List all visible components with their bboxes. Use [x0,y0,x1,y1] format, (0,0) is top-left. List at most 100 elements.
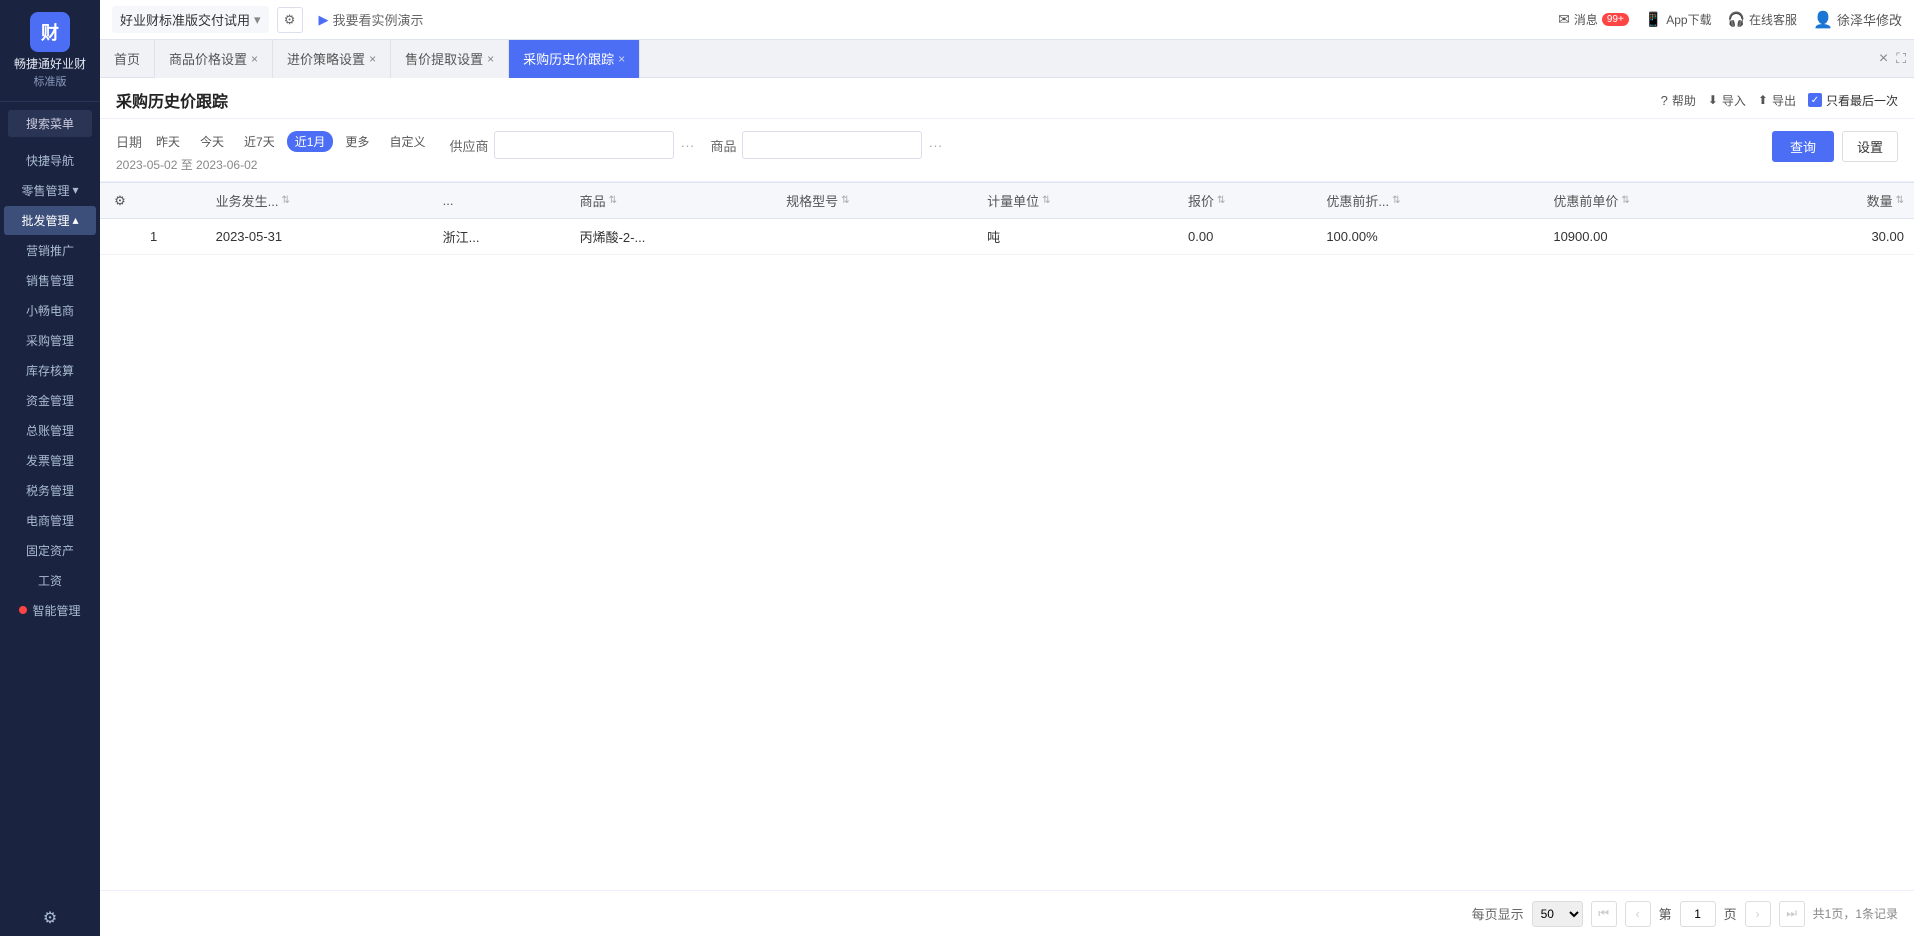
product-input[interactable] [742,131,922,159]
sidebar-item-invoice[interactable]: 发票管理 [4,446,96,475]
date-opt-today[interactable]: 今天 [192,131,232,152]
sidebar-logo: 财 畅捷通好业财 标准版 [0,0,100,102]
export-label: 导出 [1772,92,1796,109]
close-tab-purchase-history[interactable]: × [618,52,625,66]
date-range-text: 2023-05-02 至 2023-06-02 [116,156,433,173]
export-btn[interactable]: ⬆ 导出 [1758,92,1796,109]
th-extra[interactable]: ... [433,183,570,219]
only-last-checkbox[interactable]: ✓ [1808,93,1822,107]
date-opt-1month[interactable]: 近1月 [287,131,334,152]
supplier-filter-label: 供应商 [449,136,488,155]
product-dots[interactable]: ··· [928,137,942,153]
th-discount-label: 优惠前折... [1326,191,1389,210]
page-number-input[interactable] [1680,901,1716,927]
cell-date: 2023-05-31 [206,219,433,255]
help-btn[interactable]: ? 帮助 [1661,92,1696,109]
page-last-btn[interactable]: ⏭ [1779,901,1805,927]
filter-actions: 查询 设置 [1772,131,1898,162]
version-selector[interactable]: 好业财标准版交付试用 ▾ [112,6,269,33]
date-opt-more[interactable]: 更多 [337,131,377,152]
table-header-row: ⚙ 业务发生...⇅ ... 商品⇅ 规格型号⇅ [100,183,1914,219]
sidebar-item-finance[interactable]: 资金管理 [4,386,96,415]
data-table: ⚙ 业务发生...⇅ ... 商品⇅ 规格型号⇅ [100,182,1914,255]
app-download-btn[interactable]: 📱 App下载 [1645,11,1712,28]
th-date[interactable]: 业务发生...⇅ [206,183,433,219]
tab-purchase-history[interactable]: 采购历史价跟踪 × [509,40,640,78]
sidebar-item-ecommerce-small[interactable]: 小畅电商 [4,296,96,325]
import-label: 导入 [1722,92,1746,109]
search-menu-button[interactable]: 搜索菜单 [8,110,92,137]
tab-product-price-label: 商品价格设置 [169,49,247,68]
th-discount[interactable]: 优惠前折...⇅ [1316,183,1543,219]
date-opt-yesterday[interactable]: 昨天 [148,131,188,152]
only-last-checkbox-label[interactable]: ✓ 只看最后一次 [1808,92,1898,109]
cell-pre-discount-price: 10900.00 [1543,219,1775,255]
tab-sale-price-label: 售价提取设置 [405,49,483,68]
th-product-label: 商品 [580,191,606,210]
sidebar-item-fixed-assets[interactable]: 固定资产 [4,536,96,565]
settings-button[interactable]: 设置 [1842,131,1898,162]
gear-column-icon[interactable]: ⚙ [114,193,126,208]
demo-link[interactable]: ▶ 我要看实例演示 [319,10,424,29]
date-opt-7days[interactable]: 近7天 [236,131,283,152]
tab-sale-price[interactable]: 售价提取设置 × [391,40,509,78]
sort-quantity-icon: ⇅ [1896,195,1904,206]
supplier-input[interactable] [494,131,674,159]
product-filter-label: 商品 [710,136,736,155]
sidebar-item-retail[interactable]: 零售管理 ▾ [4,176,96,205]
settings-gear-icon[interactable]: ⚙ [43,910,57,927]
sort-product-icon: ⇅ [609,195,617,206]
sidebar-item-inventory[interactable]: 库存核算 [4,356,96,385]
close-window-icon[interactable]: × [1879,50,1888,68]
tab-purchase-strategy[interactable]: 进价策略设置 × [273,40,391,78]
query-button[interactable]: 查询 [1772,131,1834,162]
message-btn[interactable]: ✉ 消息 99+ [1558,11,1629,28]
th-extra-label: ... [443,193,454,208]
page-next-btn[interactable]: › [1745,901,1771,927]
tab-purchase-strategy-label: 进价策略设置 [287,49,365,68]
th-unit[interactable]: 计量单位⇅ [977,183,1178,219]
user-menu[interactable]: 👤 徐泽华修改 [1813,10,1902,30]
th-pre-discount-price-label: 优惠前单价 [1553,191,1618,210]
sidebar-item-quicknav[interactable]: 快捷导航 [4,146,96,175]
user-name: 徐泽华修改 [1837,10,1902,29]
sidebar-item-marketing[interactable]: 营销推广 [4,236,96,265]
close-tab-purchase-strategy[interactable]: × [369,52,376,66]
app-icon: 📱 [1645,11,1662,28]
th-price[interactable]: 报价⇅ [1178,183,1316,219]
th-gear[interactable]: ⚙ [100,183,140,219]
supplier-dots[interactable]: ··· [680,137,694,153]
close-tab-product-price[interactable]: × [251,52,258,66]
maximize-icon[interactable]: ⛶ [1896,50,1906,67]
table-row: 1 2023-05-31 浙江... 丙烯酸-2-... 吨 0.00 100.… [100,219,1914,255]
sidebar-item-payroll[interactable]: 工资 [4,566,96,595]
th-quantity[interactable]: 数量⇅ [1776,183,1914,219]
page-first-btn[interactable]: ⏮ [1591,901,1617,927]
sidebar-bottom: ⚙ [0,900,100,936]
table-body: 1 2023-05-31 浙江... 丙烯酸-2-... 吨 0.00 100.… [100,219,1914,255]
sidebar-item-purchase[interactable]: 采购管理 [4,326,96,355]
dot-indicator [19,606,27,614]
sidebar-item-general-ledger[interactable]: 总账管理 [4,416,96,445]
close-tab-sale-price[interactable]: × [487,52,494,66]
online-service-btn[interactable]: 🎧 在线客服 [1728,11,1797,28]
tab-home[interactable]: 首页 [100,40,155,78]
sort-discount-icon: ⇅ [1392,195,1400,206]
sidebar-search-area[interactable]: 搜索菜单 [0,102,100,145]
settings-icon-btn[interactable]: ⚙ [277,7,303,33]
sidebar-item-ecommerce[interactable]: 电商管理 [4,506,96,535]
sidebar-item-tax[interactable]: 税务管理 [4,476,96,505]
import-btn[interactable]: ⬇ 导入 [1708,92,1746,109]
th-spec[interactable]: 规格型号⇅ [776,183,977,219]
sidebar-item-smart[interactable]: 智能管理 [4,596,96,625]
sidebar-item-wholesale[interactable]: 批发管理 ▴ [4,206,96,235]
page-text: 第 [1659,904,1672,923]
tab-product-price[interactable]: 商品价格设置 × [155,40,273,78]
sidebar-item-sales[interactable]: 销售管理 [4,266,96,295]
th-product[interactable]: 商品⇅ [570,183,777,219]
date-opt-custom[interactable]: 自定义 [381,131,433,152]
th-pre-discount-price[interactable]: 优惠前单价⇅ [1543,183,1775,219]
page-prev-btn[interactable]: ‹ [1625,901,1651,927]
cell-index: 1 [140,219,206,255]
per-page-select[interactable]: 50 100 200 [1532,901,1583,927]
